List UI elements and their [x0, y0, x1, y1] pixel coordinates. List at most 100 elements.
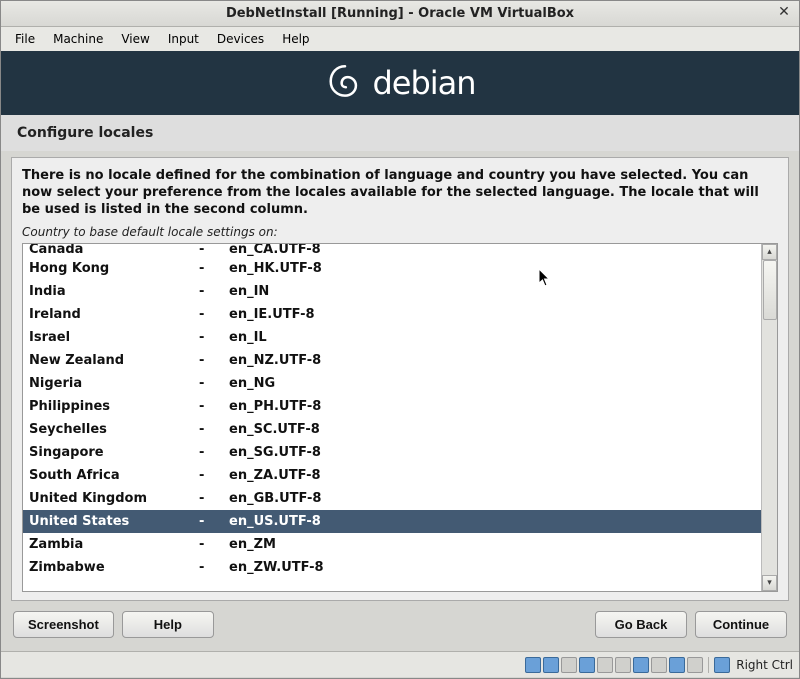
bottom-bar: Screenshot Help Go Back Continue [1, 601, 799, 651]
locale-sep: - [199, 376, 229, 391]
locale-sep: - [199, 445, 229, 460]
locale-code: en_NG [229, 376, 755, 391]
locale-country: New Zealand [29, 353, 199, 368]
locale-row[interactable]: Seychelles-en_SC.UTF-8 [23, 418, 761, 441]
locale-row[interactable]: Ireland-en_IE.UTF-8 [23, 303, 761, 326]
locale-row[interactable]: United Kingdom-en_GB.UTF-8 [23, 487, 761, 510]
status-usb-icon[interactable] [597, 657, 613, 673]
banner-brand-text: debian [372, 64, 475, 102]
status-cpu-icon[interactable] [669, 657, 685, 673]
locale-row[interactable]: Nigeria-en_NG [23, 372, 761, 395]
debian-swirl-icon [324, 62, 366, 104]
scroll-up-button[interactable]: ▴ [762, 244, 777, 260]
locale-country: Philippines [29, 399, 199, 414]
locale-code: en_ZM [229, 537, 755, 552]
vm-statusbar: Right Ctrl [1, 651, 799, 677]
locale-sep: - [199, 284, 229, 299]
status-display-icon[interactable] [633, 657, 649, 673]
locale-code: en_PH.UTF-8 [229, 399, 755, 414]
locale-country: Singapore [29, 445, 199, 460]
locale-country: Zambia [29, 537, 199, 552]
locale-code: en_CA.UTF-8 [229, 244, 755, 257]
locale-country: Hong Kong [29, 261, 199, 276]
menu-view[interactable]: View [113, 29, 157, 49]
status-shared-folders-icon[interactable] [615, 657, 631, 673]
locale-code: en_GB.UTF-8 [229, 491, 755, 506]
locale-sep: - [199, 330, 229, 345]
locale-code: en_US.UTF-8 [229, 514, 755, 529]
status-optical-icon[interactable] [543, 657, 559, 673]
locale-listbox[interactable]: Canada-en_CA.UTF-8Hong Kong-en_HK.UTF-8I… [22, 243, 778, 592]
locale-code: en_SC.UTF-8 [229, 422, 755, 437]
status-harddisk-icon[interactable] [525, 657, 541, 673]
locale-country: India [29, 284, 199, 299]
locale-row[interactable]: United States-en_US.UTF-8 [23, 510, 761, 533]
locale-country: United States [29, 514, 199, 529]
locale-sep: - [199, 399, 229, 414]
locale-code: en_IL [229, 330, 755, 345]
debian-banner: debian [1, 51, 799, 115]
locale-country: Israel [29, 330, 199, 345]
help-button[interactable]: Help [122, 611, 214, 638]
locale-row[interactable]: Singapore-en_SG.UTF-8 [23, 441, 761, 464]
status-audio-icon[interactable] [561, 657, 577, 673]
locale-code: en_HK.UTF-8 [229, 261, 755, 276]
locale-row[interactable]: Hong Kong-en_HK.UTF-8 [23, 257, 761, 280]
content-panel: There is no locale defined for the combi… [11, 157, 789, 601]
locale-sep: - [199, 560, 229, 575]
menu-devices[interactable]: Devices [209, 29, 272, 49]
locale-code: en_NZ.UTF-8 [229, 353, 755, 368]
locale-row[interactable]: Zambia-en_ZM [23, 533, 761, 556]
explain-text: There is no locale defined for the combi… [22, 168, 778, 219]
locale-row[interactable]: New Zealand-en_NZ.UTF-8 [23, 349, 761, 372]
locale-sep: - [199, 468, 229, 483]
locale-country: South Africa [29, 468, 199, 483]
locale-country: Nigeria [29, 376, 199, 391]
screenshot-button[interactable]: Screenshot [13, 611, 114, 638]
status-mouse-icon[interactable] [687, 657, 703, 673]
locale-sep: - [199, 261, 229, 276]
locale-code: en_IE.UTF-8 [229, 307, 755, 322]
menubar: File Machine View Input Devices Help [1, 27, 799, 51]
go-back-button[interactable]: Go Back [595, 611, 687, 638]
window-titlebar: DebNetInstall [Running] - Oracle VM Virt… [1, 1, 799, 27]
locale-sep: - [199, 244, 229, 257]
status-hostkey-label: Right Ctrl [736, 658, 793, 672]
menu-help[interactable]: Help [274, 29, 317, 49]
locale-row[interactable]: South Africa-en_ZA.UTF-8 [23, 464, 761, 487]
locale-code: en_ZA.UTF-8 [229, 468, 755, 483]
status-recording-icon[interactable] [651, 657, 667, 673]
locale-row[interactable]: Philippines-en_PH.UTF-8 [23, 395, 761, 418]
locale-sep: - [199, 422, 229, 437]
locale-sep: - [199, 514, 229, 529]
locale-code: en_SG.UTF-8 [229, 445, 755, 460]
locale-sep: - [199, 307, 229, 322]
locale-row[interactable]: Canada-en_CA.UTF-8 [23, 244, 761, 257]
locale-country: Canada [29, 244, 199, 257]
locale-sep: - [199, 353, 229, 368]
continue-button[interactable]: Continue [695, 611, 787, 638]
locale-country: Zimbabwe [29, 560, 199, 575]
locale-country: Ireland [29, 307, 199, 322]
scroll-thumb[interactable] [763, 260, 777, 320]
scroll-down-button[interactable]: ▾ [762, 575, 777, 591]
scrollbar[interactable]: ▴ ▾ [761, 244, 777, 591]
menu-machine[interactable]: Machine [45, 29, 111, 49]
locale-row[interactable]: Israel-en_IL [23, 326, 761, 349]
window-close-button[interactable]: ✕ [775, 5, 793, 23]
menu-input[interactable]: Input [160, 29, 207, 49]
status-separator [708, 657, 709, 673]
locale-country: Seychelles [29, 422, 199, 437]
locale-code: en_IN [229, 284, 755, 299]
window-title: DebNetInstall [Running] - Oracle VM Virt… [226, 6, 574, 21]
menu-file[interactable]: File [7, 29, 43, 49]
status-hostkey-icon[interactable] [714, 657, 730, 673]
locale-row[interactable]: India-en_IN [23, 280, 761, 303]
section-heading: Configure locales [1, 115, 799, 151]
locale-country: United Kingdom [29, 491, 199, 506]
locale-code: en_ZW.UTF-8 [229, 560, 755, 575]
locale-sep: - [199, 491, 229, 506]
prompt-text: Country to base default locale settings … [22, 225, 778, 239]
status-network-icon[interactable] [579, 657, 595, 673]
locale-row[interactable]: Zimbabwe-en_ZW.UTF-8 [23, 556, 761, 579]
